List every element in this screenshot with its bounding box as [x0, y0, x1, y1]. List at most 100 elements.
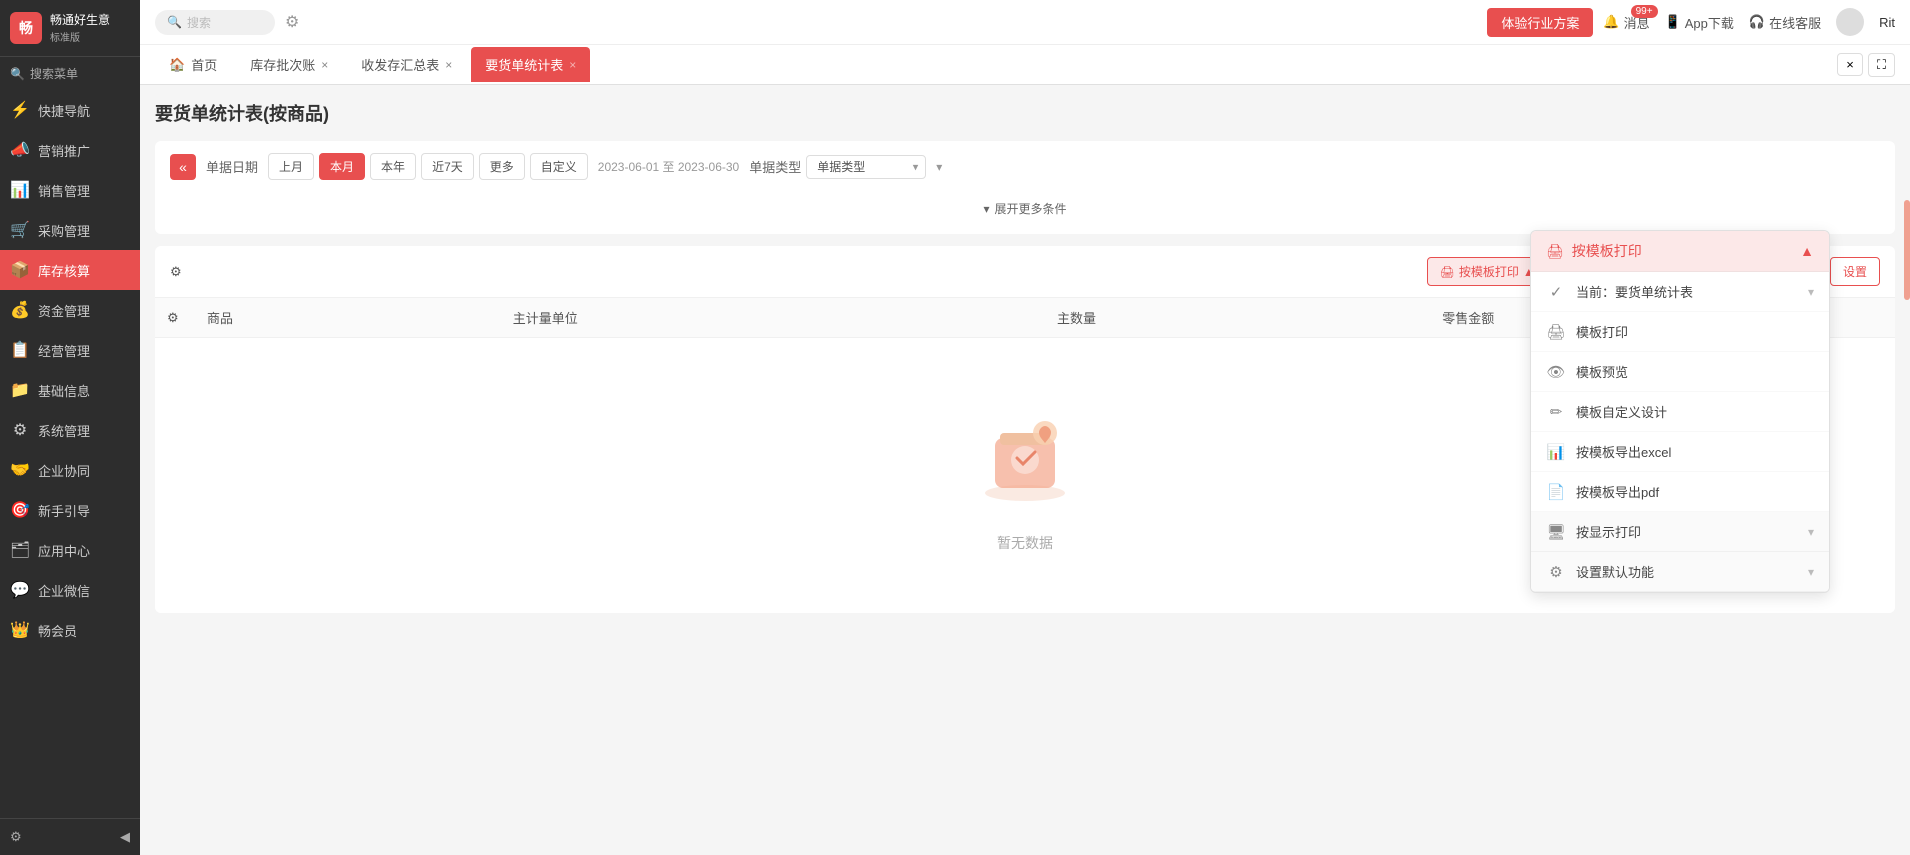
template-design-item[interactable]: ✏ 模板自定义设计 — [1531, 392, 1829, 432]
sidebar-item-label: 企业微信 — [38, 581, 90, 600]
date-btn-this-month[interactable]: 本月 — [319, 153, 365, 180]
sidebar-item-member[interactable]: 👑 畅会员 — [0, 610, 140, 650]
sidebar-item-inventory[interactable]: 📦 库存核算 — [0, 250, 140, 290]
home-icon: 🏠 — [169, 57, 185, 73]
tab-close-btn[interactable]: × — [1837, 53, 1863, 76]
tab-maximize-btn[interactable]: ⛶ — [1868, 53, 1895, 77]
messages-btn[interactable]: 🔔 消息 99+ — [1603, 13, 1649, 32]
date-btn-7days[interactable]: 近7天 — [421, 153, 474, 180]
pdf-icon: 📄 — [1546, 483, 1566, 501]
display-print-icon: 🖥 — [1546, 523, 1566, 541]
main-area: 🔍 搜索 ⚙ 体验行业方案 🔔 消息 99+ 📱 App下载 🎧 在线客服 Ri… — [140, 0, 1910, 855]
template-print-item[interactable]: 🖨 模板打印 — [1531, 312, 1829, 352]
template-export-pdf-item[interactable]: 📄 按模板导出pdf — [1531, 472, 1829, 512]
date-btn-more[interactable]: 更多 — [479, 153, 525, 180]
display-print-item[interactable]: 🖥 按显示打印 ▾ — [1531, 512, 1829, 552]
sidebar-item-label: 库存核算 — [38, 261, 90, 280]
sidebar-item-operations[interactable]: 📋 经营管理 — [0, 330, 140, 370]
tab-batch-close[interactable]: × — [321, 58, 328, 72]
display-print-label: 按显示打印 — [1576, 522, 1641, 541]
filter-collapse-button[interactable]: « — [170, 154, 196, 180]
sidebar-item-label: 基础信息 — [38, 381, 90, 400]
col-quantity: 主数量 — [1045, 298, 1430, 338]
date-filter-label: 单据日期 — [206, 157, 258, 176]
avatar[interactable] — [1836, 8, 1864, 36]
headset-icon: 🎧 — [1749, 14, 1765, 30]
tab-collection-close[interactable]: × — [445, 58, 452, 72]
printer-header-icon: 🖨 — [1546, 243, 1564, 260]
sidebar-item-label: 营销推广 — [38, 141, 90, 160]
template-preview-item[interactable]: 👁 模板预览 — [1531, 352, 1829, 392]
template-export-excel-item[interactable]: 📊 按模板导出excel — [1531, 432, 1829, 472]
current-template-item[interactable]: ✓ 当前：要货单统计表 ▾ — [1531, 272, 1829, 312]
top-header: 🔍 搜索 ⚙ 体验行业方案 🔔 消息 99+ 📱 App下载 🎧 在线客服 Ri… — [140, 0, 1910, 45]
sidebar-item-label: 系统管理 — [38, 421, 90, 440]
date-btn-last-month[interactable]: 上月 — [268, 153, 314, 180]
collapse-icon[interactable]: ◀ — [120, 829, 130, 845]
sidebar-item-shortcut[interactable]: ⚡ 快捷导航 — [0, 90, 140, 130]
header-gear-icon[interactable]: ⚙ — [285, 12, 299, 32]
template-check-icon: ✓ — [1546, 283, 1566, 301]
tab-order-stats-close[interactable]: × — [569, 58, 576, 72]
print-dropdown-header: 🖨 按模板打印 ▲ — [1531, 231, 1829, 272]
sidebar-item-guide[interactable]: 🎯 新手引导 — [0, 490, 140, 530]
filter-more-row: ▾ 展开更多条件 — [170, 195, 1880, 222]
expand-filter-button[interactable]: ▾ 展开更多条件 — [983, 200, 1066, 217]
sidebar-item-label: 企业协同 — [38, 461, 90, 480]
online-service-btn[interactable]: 🎧 在线客服 — [1749, 13, 1821, 32]
preview-icon: 👁 — [1546, 363, 1566, 381]
tab-order-stats[interactable]: 要货单统计表 × — [471, 47, 590, 82]
sidebar-item-label: 新手引导 — [38, 501, 90, 520]
sidebar-item-marketing[interactable]: 📣 营销推广 — [0, 130, 140, 170]
search-placeholder: 搜索 — [187, 14, 211, 31]
edge-scrollbar[interactable] — [1904, 200, 1910, 300]
tab-home[interactable]: 🏠 首页 — [155, 47, 231, 82]
col-unit: 主计量单位 — [501, 298, 1045, 338]
sales-icon: 📊 — [10, 180, 30, 200]
sidebar-item-wechat[interactable]: 💬 企业微信 — [0, 570, 140, 610]
enterprise-icon: 🤝 — [10, 460, 30, 480]
tabs-bar: 🏠 首页 库存批次账 × 收发存汇总表 × 要货单统计表 × × ⛶ — [140, 45, 1910, 85]
set-default-label: 设置默认功能 — [1576, 562, 1654, 581]
empty-text: 暂无数据 — [997, 533, 1053, 553]
finance-icon: 💰 — [10, 300, 30, 320]
username: Rit — [1879, 15, 1895, 30]
date-btn-this-year[interactable]: 本年 — [370, 153, 416, 180]
sidebar-item-finance[interactable]: 💰 资金管理 — [0, 290, 140, 330]
print-template-label: 按模板打印 — [1459, 263, 1519, 280]
appstore-icon: 🗂 — [10, 540, 30, 560]
online-service-label: 在线客服 — [1769, 13, 1821, 32]
set-default-item[interactable]: ⚙ 设置默认功能 ▾ — [1531, 552, 1829, 592]
order-type-select[interactable]: 单据类型 — [806, 155, 926, 179]
col-settings[interactable]: ⚙ — [155, 298, 195, 338]
settings-button[interactable]: 设置 — [1830, 257, 1880, 286]
app-logo: 畅 畅通好生意 标准版 — [0, 0, 140, 57]
sidebar-item-appstore[interactable]: 🗂 应用中心 — [0, 530, 140, 570]
page-title: 要货单统计表(按商品) — [155, 100, 1895, 126]
sidebar-item-system[interactable]: ⚙ 系统管理 — [0, 410, 140, 450]
sidebar-item-sales[interactable]: 📊 销售管理 — [0, 170, 140, 210]
print-dropdown-close-button[interactable]: ▲ — [1800, 243, 1814, 259]
display-print-arrow: ▾ — [1808, 525, 1814, 539]
expand-btn-label: 展开更多条件 — [995, 200, 1067, 217]
tab-order-stats-label: 要货单统计表 — [485, 55, 563, 74]
wechat-icon: 💬 — [10, 580, 30, 600]
tab-collection-label: 收发存汇总表 — [361, 55, 439, 74]
current-template-label: 当前：要货单统计表 — [1576, 282, 1693, 301]
header-search-bar[interactable]: 🔍 搜索 — [155, 10, 275, 35]
sidebar-item-purchase[interactable]: 🛒 采购管理 — [0, 210, 140, 250]
sidebar: 畅 畅通好生意 标准版 🔍 搜索菜单 ⚡ 快捷导航 📣 营销推广 📊 销售管理 … — [0, 0, 140, 855]
date-filter-group: 上月 本月 本年 近7天 更多 自定义 — [268, 153, 588, 180]
trial-button[interactable]: 体验行业方案 — [1487, 8, 1593, 37]
order-type-select-wrapper[interactable]: 单据类型 — [806, 155, 926, 179]
tab-collection[interactable]: 收发存汇总表 × — [347, 47, 466, 82]
sidebar-search[interactable]: 🔍 搜索菜单 — [0, 57, 140, 90]
set-default-icon: ⚙ — [1546, 563, 1566, 581]
sidebar-item-enterprise[interactable]: 🤝 企业协同 — [0, 450, 140, 490]
app-download-btn[interactable]: 📱 App下载 — [1665, 13, 1734, 32]
date-btn-custom[interactable]: 自定义 — [530, 153, 588, 180]
settings-icon[interactable]: ⚙ — [10, 829, 22, 845]
tab-batch[interactable]: 库存批次账 × — [236, 47, 342, 82]
search-icon: 🔍 — [10, 67, 25, 81]
sidebar-item-basic[interactable]: 📁 基础信息 — [0, 370, 140, 410]
